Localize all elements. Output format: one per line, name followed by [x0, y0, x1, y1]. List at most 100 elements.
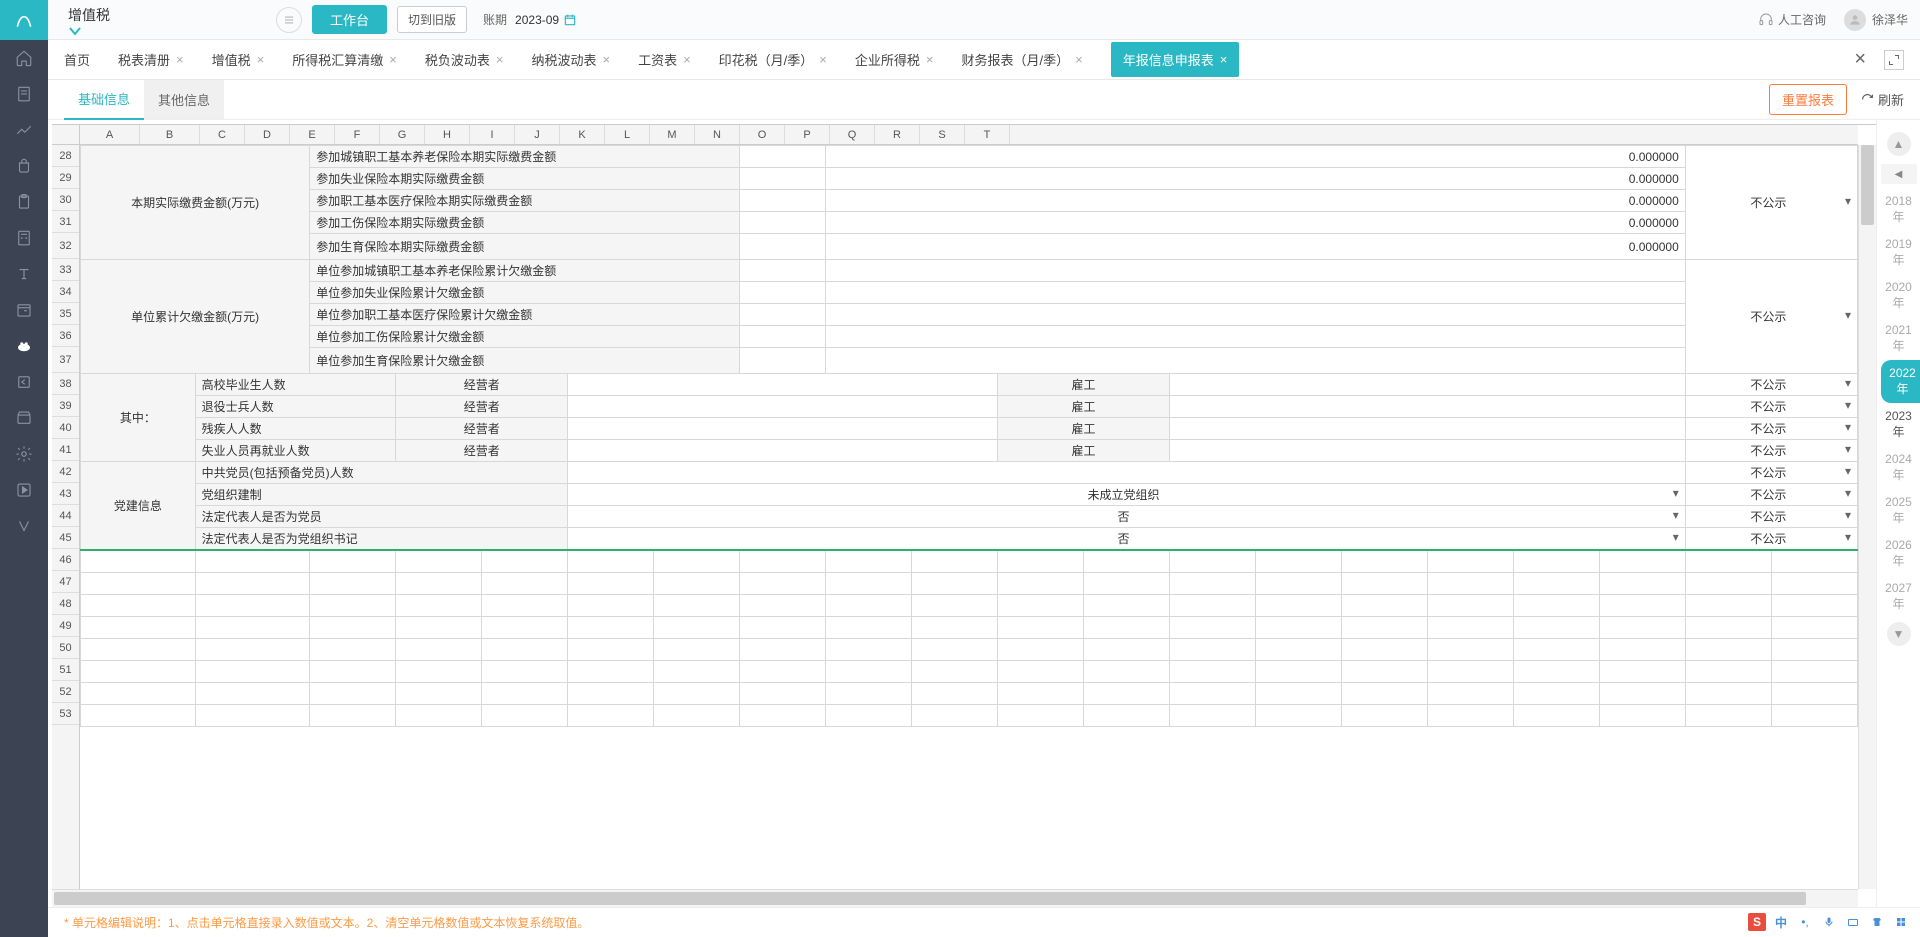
cell[interactable]: 雇工: [998, 440, 1170, 462]
rail-down-icon[interactable]: ▼: [1887, 622, 1911, 646]
cell[interactable]: [1169, 396, 1685, 418]
cell[interactable]: [1771, 704, 1857, 726]
nav-active-icon[interactable]: [0, 328, 48, 364]
cell[interactable]: [912, 550, 998, 572]
cell[interactable]: [1255, 594, 1341, 616]
cell[interactable]: 高校毕业生人数: [195, 374, 396, 396]
calendar-icon[interactable]: [563, 13, 577, 27]
row-header-40[interactable]: 40: [52, 417, 79, 439]
cell[interactable]: [1513, 660, 1599, 682]
cell[interactable]: [826, 572, 912, 594]
row-header-33[interactable]: 33: [52, 259, 79, 281]
cell[interactable]: [998, 660, 1084, 682]
cell[interactable]: 不公示▾: [1685, 506, 1857, 528]
cell[interactable]: 0.000000: [826, 234, 1686, 260]
cell[interactable]: 单位参加城镇职工基本养老保险累计欠缴金额: [310, 260, 740, 282]
cell[interactable]: 单位参加职工基本医疗保险累计欠缴金额: [310, 304, 740, 326]
col-header-Q[interactable]: Q: [830, 125, 875, 144]
cell[interactable]: 本期实际缴费金额(万元): [81, 146, 310, 260]
cell[interactable]: 参加失业保险本期实际缴费金额: [310, 168, 740, 190]
horizontal-scroll-thumb[interactable]: [54, 892, 1806, 905]
cell[interactable]: [195, 616, 310, 638]
dropdown-arrow-icon[interactable]: ▾: [1845, 194, 1851, 208]
cell[interactable]: [654, 660, 740, 682]
tab-4[interactable]: 税负波动表×: [425, 50, 504, 69]
subtab-other[interactable]: 其他信息: [144, 80, 224, 119]
col-header-A[interactable]: A: [80, 125, 140, 144]
cell[interactable]: [195, 660, 310, 682]
cell[interactable]: [396, 704, 482, 726]
cell[interactable]: 中共党员(包括预备党员)人数: [195, 462, 568, 484]
cell[interactable]: [912, 572, 998, 594]
row-header-44[interactable]: 44: [52, 505, 79, 527]
cell[interactable]: [1169, 418, 1685, 440]
cell[interactable]: 单位参加失业保险累计欠缴金额: [310, 282, 740, 304]
col-header-N[interactable]: N: [695, 125, 740, 144]
cell[interactable]: [310, 572, 396, 594]
cell[interactable]: [1084, 682, 1170, 704]
cell[interactable]: [912, 704, 998, 726]
cell[interactable]: [1341, 704, 1427, 726]
cell[interactable]: 单位参加工伤保险累计欠缴金额: [310, 326, 740, 348]
nav-text-icon[interactable]: [0, 256, 48, 292]
cell[interactable]: [654, 682, 740, 704]
cell[interactable]: [826, 282, 1686, 304]
cell[interactable]: [1513, 550, 1599, 572]
horizontal-scrollbar[interactable]: [52, 889, 1858, 907]
cell[interactable]: [396, 572, 482, 594]
cell[interactable]: [568, 462, 1686, 484]
row-header-43[interactable]: 43: [52, 483, 79, 505]
chevron-down-icon[interactable]: [68, 26, 116, 36]
cell[interactable]: [1084, 660, 1170, 682]
close-icon[interactable]: ×: [819, 52, 827, 67]
refresh-button[interactable]: 刷新: [1861, 90, 1904, 109]
row-header-28[interactable]: 28: [52, 145, 79, 167]
cell[interactable]: [1685, 572, 1771, 594]
cell[interactable]: [1427, 682, 1513, 704]
close-icon[interactable]: ×: [683, 52, 691, 67]
row-header-38[interactable]: 38: [52, 373, 79, 395]
cell[interactable]: [998, 704, 1084, 726]
dropdown-arrow-icon[interactable]: ▾: [1673, 530, 1679, 544]
cell[interactable]: [912, 594, 998, 616]
close-icon[interactable]: ×: [176, 52, 184, 67]
cell[interactable]: [310, 660, 396, 682]
close-icon[interactable]: ×: [1075, 52, 1083, 67]
cell[interactable]: 参加工伤保险本期实际缴费金额: [310, 212, 740, 234]
cell[interactable]: [1771, 550, 1857, 572]
cell[interactable]: [1427, 704, 1513, 726]
cell[interactable]: [1513, 616, 1599, 638]
consult-link[interactable]: 人工咨询: [1778, 11, 1826, 28]
cell[interactable]: [1599, 638, 1685, 660]
grid-corner[interactable]: [52, 125, 80, 145]
row-header-45[interactable]: 45: [52, 527, 79, 549]
cell[interactable]: [396, 594, 482, 616]
module-dropdown[interactable]: 增值税: [68, 5, 116, 35]
cell[interactable]: 雇工: [998, 396, 1170, 418]
col-header-K[interactable]: K: [560, 125, 605, 144]
cell[interactable]: [1771, 594, 1857, 616]
period-value[interactable]: 2023-09: [515, 13, 559, 27]
cell[interactable]: [740, 348, 826, 374]
nav-return-icon[interactable]: [0, 364, 48, 400]
nav-play-icon[interactable]: [0, 472, 48, 508]
cell[interactable]: 否▾: [568, 528, 1686, 551]
cell[interactable]: [1084, 550, 1170, 572]
col-header-S[interactable]: S: [920, 125, 965, 144]
cell[interactable]: [1255, 638, 1341, 660]
cell[interactable]: 党建信息: [81, 462, 196, 551]
cell[interactable]: [81, 616, 196, 638]
cell[interactable]: 退役士兵人数: [195, 396, 396, 418]
close-icon[interactable]: ×: [926, 52, 934, 67]
cell[interactable]: [568, 682, 654, 704]
cell[interactable]: [1685, 594, 1771, 616]
row-header-36[interactable]: 36: [52, 325, 79, 347]
cell[interactable]: 其中：: [81, 374, 196, 462]
cell[interactable]: 经营者: [396, 440, 568, 462]
row-header-35[interactable]: 35: [52, 303, 79, 325]
cell[interactable]: [740, 638, 826, 660]
cell[interactable]: [195, 572, 310, 594]
cell[interactable]: [1341, 660, 1427, 682]
dropdown-arrow-icon[interactable]: ▾: [1845, 398, 1851, 412]
cell[interactable]: [1341, 616, 1427, 638]
